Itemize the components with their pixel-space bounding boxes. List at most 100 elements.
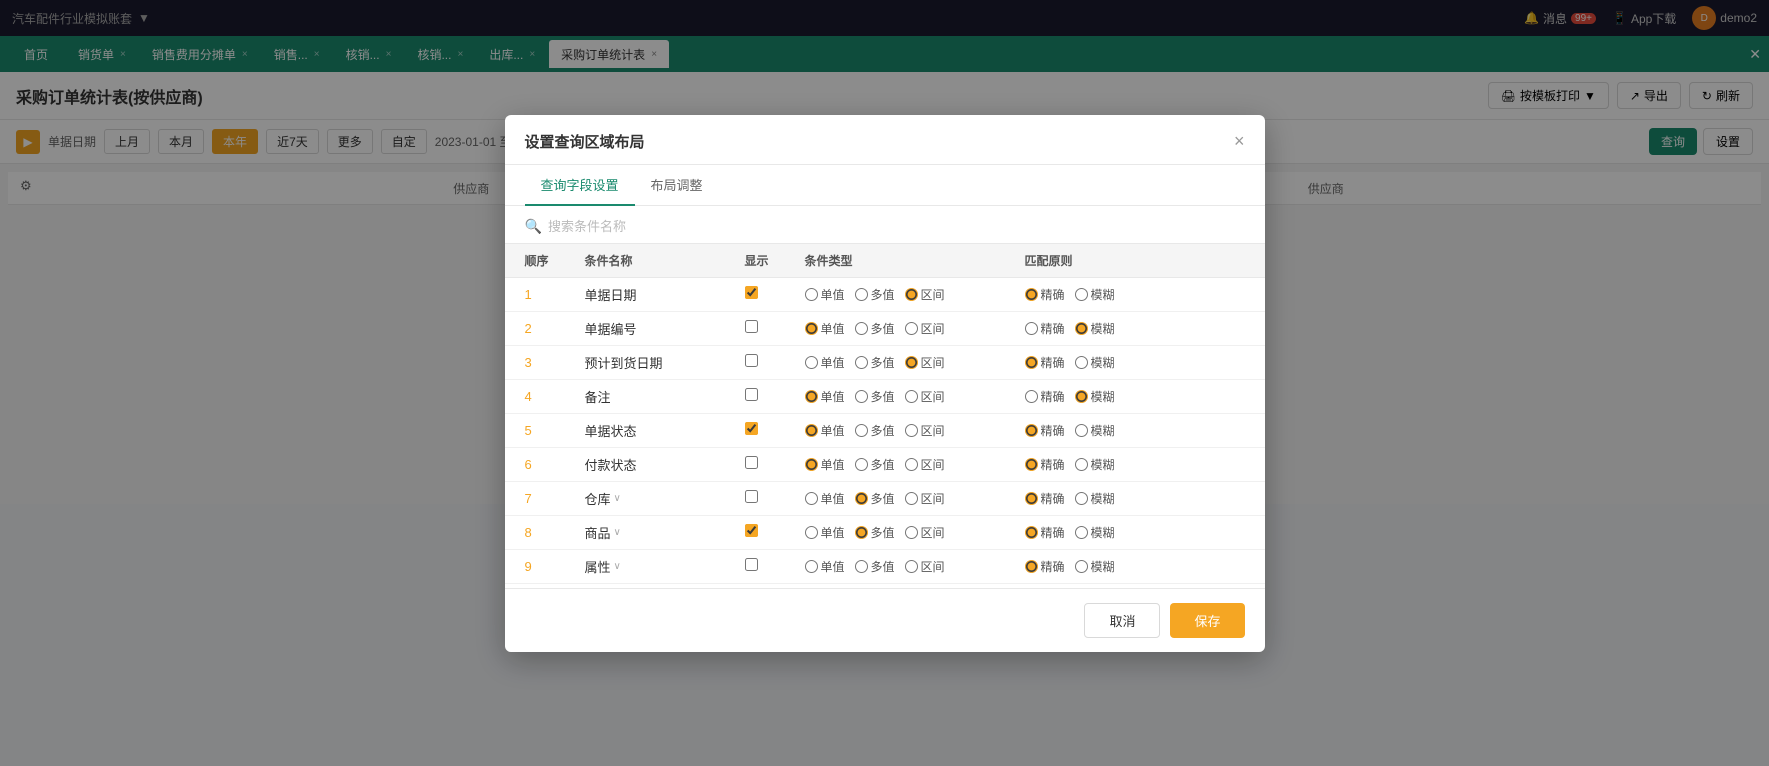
expand-icon[interactable]: ∨ bbox=[614, 527, 621, 538]
radio-multi-0[interactable]: 多值 bbox=[855, 286, 895, 303]
radio-multi-3[interactable]: 多值 bbox=[855, 388, 895, 405]
radio-multi-4[interactable]: 多值 bbox=[855, 422, 895, 439]
radio-single-8[interactable]: 单值 bbox=[805, 558, 845, 575]
radio-range-5[interactable]: 区间 bbox=[905, 456, 945, 473]
row-checkbox-9[interactable] bbox=[745, 558, 758, 571]
expand-icon[interactable]: ∨ bbox=[614, 493, 621, 504]
row-checkbox-cell-9 bbox=[745, 558, 805, 574]
row-num-8: 8 bbox=[525, 525, 585, 540]
row-checkbox-7[interactable] bbox=[745, 490, 758, 503]
search-input[interactable] bbox=[548, 219, 748, 234]
row-name-9: 属性 ∨ bbox=[585, 557, 745, 576]
expand-icon[interactable]: ∨ bbox=[614, 561, 621, 572]
radio-multi-5[interactable]: 多值 bbox=[855, 456, 895, 473]
radio-range-1[interactable]: 区间 bbox=[905, 320, 945, 337]
radio-multi-2[interactable]: 多值 bbox=[855, 354, 895, 371]
search-icon: 🔍 bbox=[525, 218, 542, 235]
table-row: 4备注单值多值区间精确模糊 bbox=[505, 380, 1265, 414]
match-radio-fuzzy-4[interactable]: 模糊 bbox=[1075, 422, 1115, 439]
radio-range-0[interactable]: 区间 bbox=[905, 286, 945, 303]
row-name-7: 仓库 ∨ bbox=[585, 489, 745, 508]
row-match-cell-6: 精确模糊 bbox=[1025, 456, 1225, 473]
match-radio-fuzzy-1[interactable]: 模糊 bbox=[1075, 320, 1115, 337]
match-radio-exact-7[interactable]: 精确 bbox=[1025, 524, 1065, 541]
table-row: 7仓库 ∨单值多值区间精确模糊 bbox=[505, 482, 1265, 516]
row-num-3: 3 bbox=[525, 355, 585, 370]
dialog-search-area: 🔍 bbox=[505, 206, 1265, 244]
match-radio-fuzzy-8[interactable]: 模糊 bbox=[1075, 558, 1115, 575]
match-radio-exact-4[interactable]: 精确 bbox=[1025, 422, 1065, 439]
row-type-cell-6: 单值多值区间 bbox=[805, 456, 1025, 473]
match-radio-fuzzy-3[interactable]: 模糊 bbox=[1075, 388, 1115, 405]
row-checkbox-2[interactable] bbox=[745, 320, 758, 333]
radio-single-4[interactable]: 单值 bbox=[805, 422, 845, 439]
row-match-cell-9: 精确模糊 bbox=[1025, 558, 1225, 575]
match-radio-exact-1[interactable]: 精确 bbox=[1025, 320, 1065, 337]
row-num-5: 5 bbox=[525, 423, 585, 438]
match-radio-fuzzy-0[interactable]: 模糊 bbox=[1075, 286, 1115, 303]
radio-single-5[interactable]: 单值 bbox=[805, 456, 845, 473]
row-checkbox-8[interactable] bbox=[745, 524, 758, 537]
dialog-tabs: 查询字段设置 布局调整 bbox=[505, 165, 1265, 206]
table-row: 1单据日期单值多值区间精确模糊 bbox=[505, 278, 1265, 312]
row-type-cell-8: 单值多值区间 bbox=[805, 524, 1025, 541]
row-type-cell-2: 单值多值区间 bbox=[805, 320, 1025, 337]
match-radio-fuzzy-5[interactable]: 模糊 bbox=[1075, 456, 1115, 473]
row-num-2: 2 bbox=[525, 321, 585, 336]
match-radio-exact-2[interactable]: 精确 bbox=[1025, 354, 1065, 371]
row-name-3: 预计到货日期 bbox=[585, 353, 745, 372]
radio-multi-6[interactable]: 多值 bbox=[855, 490, 895, 507]
dialog-tab-layout[interactable]: 布局调整 bbox=[635, 165, 719, 206]
radio-single-7[interactable]: 单值 bbox=[805, 524, 845, 541]
match-radio-exact-6[interactable]: 精确 bbox=[1025, 490, 1065, 507]
dialog-table: 顺序 条件名称 显示 条件类型 匹配原则 1单据日期单值多值区间精确模糊2单据编… bbox=[505, 244, 1265, 588]
radio-range-4[interactable]: 区间 bbox=[905, 422, 945, 439]
row-checkbox-4[interactable] bbox=[745, 388, 758, 401]
row-checkbox-6[interactable] bbox=[745, 456, 758, 469]
row-checkbox-cell-5 bbox=[745, 422, 805, 438]
match-radio-exact-0[interactable]: 精确 bbox=[1025, 286, 1065, 303]
row-name-6: 付款状态 bbox=[585, 455, 745, 474]
row-checkbox-1[interactable] bbox=[745, 286, 758, 299]
row-type-cell-1: 单值多值区间 bbox=[805, 286, 1025, 303]
dialog-tab-query-fields[interactable]: 查询字段设置 bbox=[525, 165, 635, 206]
row-checkbox-3[interactable] bbox=[745, 354, 758, 367]
row-match-cell-8: 精确模糊 bbox=[1025, 524, 1225, 541]
radio-range-7[interactable]: 区间 bbox=[905, 524, 945, 541]
match-radio-fuzzy-6[interactable]: 模糊 bbox=[1075, 490, 1115, 507]
table-row: 6付款状态单值多值区间精确模糊 bbox=[505, 448, 1265, 482]
row-checkbox-5[interactable] bbox=[745, 422, 758, 435]
row-checkbox-cell-6 bbox=[745, 456, 805, 472]
radio-range-6[interactable]: 区间 bbox=[905, 490, 945, 507]
match-radio-fuzzy-2[interactable]: 模糊 bbox=[1075, 354, 1115, 371]
radio-multi-7[interactable]: 多值 bbox=[855, 524, 895, 541]
dialog-header: 设置查询区域布局 × bbox=[505, 115, 1265, 165]
match-radio-exact-3[interactable]: 精确 bbox=[1025, 388, 1065, 405]
row-type-cell-9: 单值多值区间 bbox=[805, 558, 1025, 575]
radio-single-2[interactable]: 单值 bbox=[805, 354, 845, 371]
table-row: 3预计到货日期单值多值区间精确模糊 bbox=[505, 346, 1265, 380]
radio-multi-8[interactable]: 多值 bbox=[855, 558, 895, 575]
radio-range-3[interactable]: 区间 bbox=[905, 388, 945, 405]
dialog-table-header: 顺序 条件名称 显示 条件类型 匹配原则 bbox=[505, 244, 1265, 278]
dialog-close-button[interactable]: × bbox=[1234, 132, 1245, 150]
match-radio-fuzzy-7[interactable]: 模糊 bbox=[1075, 524, 1115, 541]
radio-single-1[interactable]: 单值 bbox=[805, 320, 845, 337]
cancel-button[interactable]: 取消 bbox=[1084, 603, 1160, 638]
dialog-title: 设置查询区域布局 bbox=[525, 131, 645, 152]
radio-single-0[interactable]: 单值 bbox=[805, 286, 845, 303]
row-checkbox-cell-3 bbox=[745, 354, 805, 370]
match-radio-exact-8[interactable]: 精确 bbox=[1025, 558, 1065, 575]
match-radio-exact-5[interactable]: 精确 bbox=[1025, 456, 1065, 473]
row-type-cell-3: 单值多值区间 bbox=[805, 354, 1025, 371]
save-button[interactable]: 保存 bbox=[1170, 603, 1244, 638]
radio-range-2[interactable]: 区间 bbox=[905, 354, 945, 371]
row-name-8: 商品 ∨ bbox=[585, 523, 745, 542]
row-type-cell-7: 单值多值区间 bbox=[805, 490, 1025, 507]
radio-multi-1[interactable]: 多值 bbox=[855, 320, 895, 337]
radio-single-3[interactable]: 单值 bbox=[805, 388, 845, 405]
row-num-1: 1 bbox=[525, 287, 585, 302]
radio-single-6[interactable]: 单值 bbox=[805, 490, 845, 507]
table-row: 5单据状态单值多值区间精确模糊 bbox=[505, 414, 1265, 448]
radio-range-8[interactable]: 区间 bbox=[905, 558, 945, 575]
